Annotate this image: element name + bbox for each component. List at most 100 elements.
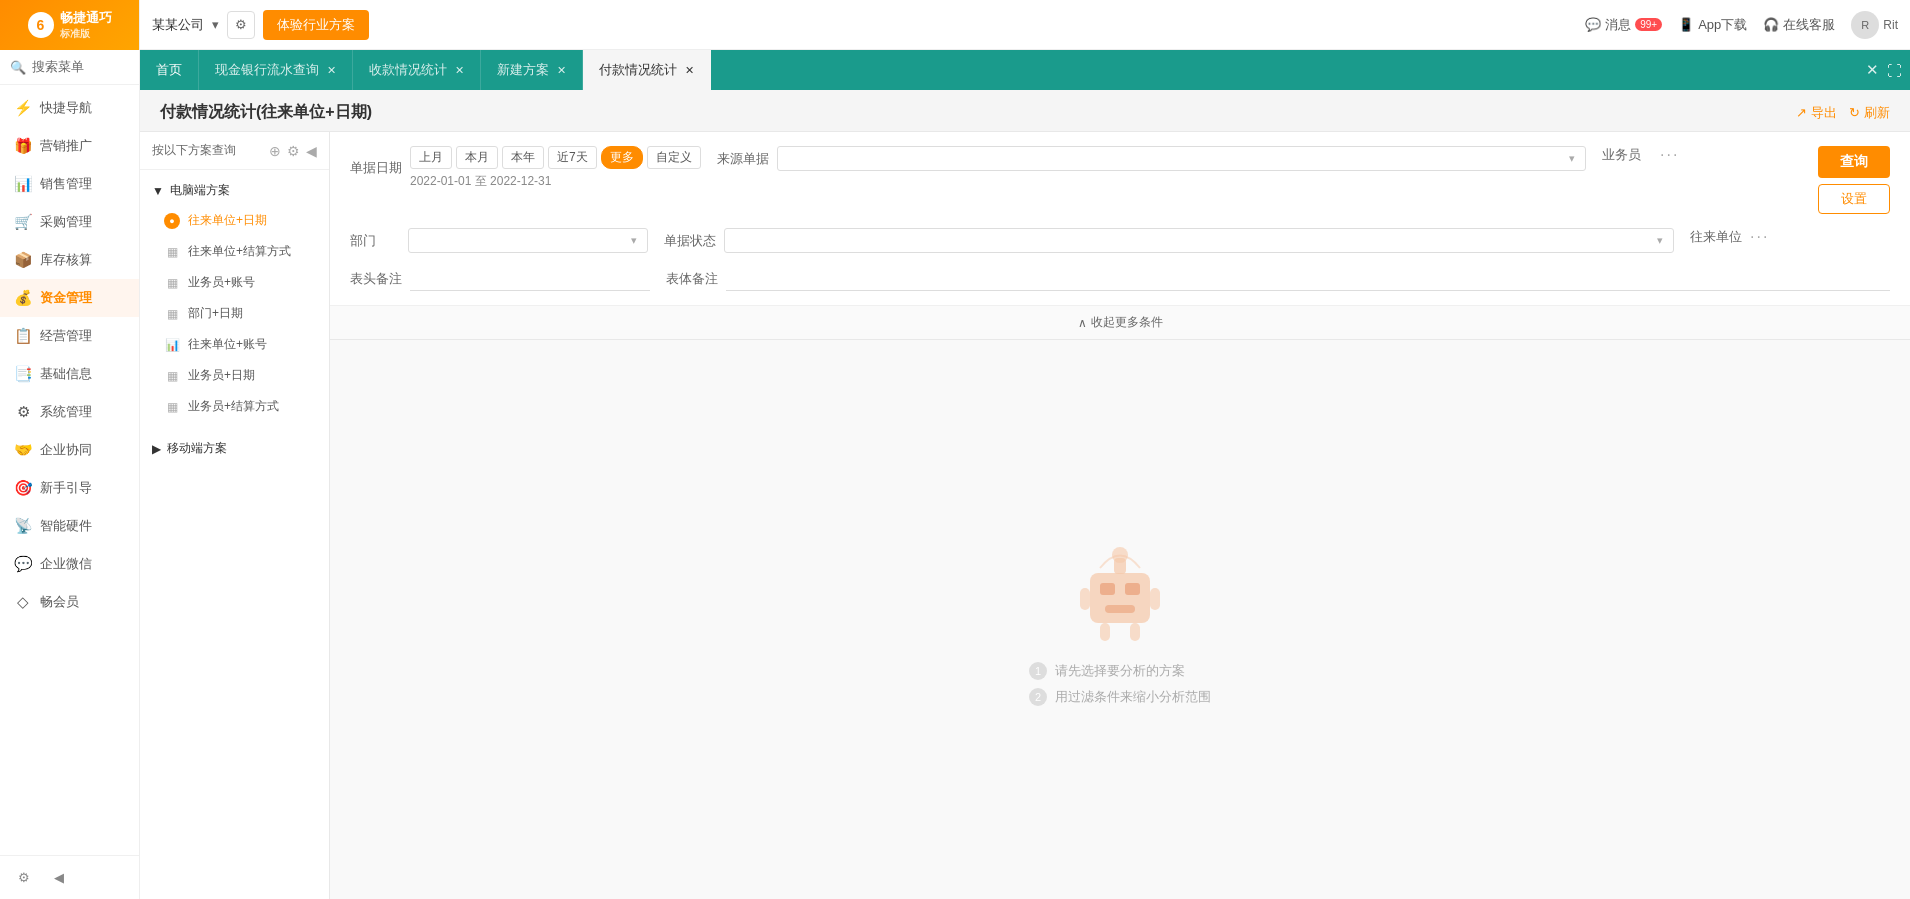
tabbar-actions: ✕ ⛶ — [1858, 50, 1910, 90]
scheme-item-5[interactable]: ▦ 业务员+日期 — [140, 360, 329, 391]
tab-receipt-stats[interactable]: 收款情况统计 ✕ — [353, 50, 481, 90]
scheme-item-2-label: 业务员+账号 — [188, 274, 255, 291]
scheme-item-3-label: 部门+日期 — [188, 305, 243, 322]
svg-rect-8 — [1100, 623, 1110, 641]
close-all-tabs-button[interactable]: ✕ — [1866, 61, 1879, 79]
filter-dept-item: 部门 ▾ — [350, 228, 648, 253]
nav7-icon: 📑 — [14, 365, 32, 383]
sidebar-item-nav13[interactable]: ◇ 畅会员 — [0, 583, 139, 621]
sidebar-item-nav4[interactable]: 📦 库存核算 — [0, 241, 139, 279]
tab-receipt-stats-close[interactable]: ✕ — [455, 64, 464, 77]
tip-2-text: 用过滤条件来缩小分析范围 — [1055, 688, 1211, 706]
source-select[interactable]: ▾ — [777, 146, 1586, 171]
online-service-button[interactable]: 🎧 在线客服 — [1763, 16, 1835, 34]
sidebar-collapse-button[interactable]: ◀ — [46, 866, 72, 889]
dept-select[interactable]: ▾ — [408, 228, 648, 253]
message-label: 消息 — [1605, 16, 1631, 34]
tab-new-scheme[interactable]: 新建方案 ✕ — [481, 50, 583, 90]
sidebar-item-nav2[interactable]: 📊 销售管理 — [0, 165, 139, 203]
nav11-icon: 📡 — [14, 517, 32, 535]
nav10-label: 新手引导 — [40, 479, 92, 497]
message-button[interactable]: 💬 消息 99+ — [1585, 16, 1662, 34]
scheme-item-2[interactable]: ▦ 业务员+账号 — [140, 267, 329, 298]
main-content: 单据日期 上月 本月 本年 近7天 更多 自定义 20 — [330, 132, 1910, 899]
sidebar-item-nav0[interactable]: ⚡ 快捷导航 — [0, 89, 139, 127]
filter-date-item: 单据日期 上月 本月 本年 近7天 更多 自定义 20 — [350, 146, 701, 190]
sidebar-item-nav7[interactable]: 📑 基础信息 — [0, 355, 139, 393]
fullscreen-button[interactable]: ⛶ — [1887, 62, 1902, 79]
tab-cash-flow[interactable]: 现金银行流水查询 ✕ — [199, 50, 353, 90]
sidebar-item-nav11[interactable]: 📡 智能硬件 — [0, 507, 139, 545]
date-btn-this-year[interactable]: 本年 — [502, 146, 544, 169]
topbar: 某某公司 ▾ ⚙ 体验行业方案 💬 消息 99+ 📱 App下载 🎧 在线客服 … — [140, 0, 1910, 50]
scheme-collapse-button[interactable]: ◀ — [306, 143, 317, 159]
sidebar-item-nav1[interactable]: 🎁 营销推广 — [0, 127, 139, 165]
refresh-button[interactable]: ↻ 刷新 — [1849, 104, 1890, 122]
sidebar-settings-button[interactable]: ⚙ — [10, 866, 38, 889]
refresh-label: 刷新 — [1864, 104, 1890, 122]
sidebar-item-nav9[interactable]: 🤝 企业协同 — [0, 431, 139, 469]
scheme-item-0[interactable]: ● 往来单位+日期 — [140, 205, 329, 236]
dept-label: 部门 — [350, 232, 400, 250]
app-download-button[interactable]: 📱 App下载 — [1678, 16, 1747, 34]
sidebar-item-nav10[interactable]: 🎯 新手引导 — [0, 469, 139, 507]
scheme-group-desktop-title[interactable]: ▼ 电脑端方案 — [140, 176, 329, 205]
scheme-group-mobile-title[interactable]: ▶ 移动端方案 — [140, 434, 329, 463]
scheme-sidebar-tools: ⊕ ⚙ ◀ — [269, 143, 317, 159]
company-dropdown-button[interactable]: ▾ — [212, 17, 219, 32]
date-btn-7days[interactable]: 近7天 — [548, 146, 597, 169]
docstatus-select[interactable]: ▾ — [724, 228, 1674, 253]
sidebar-item-nav8[interactable]: ⚙ 系统管理 — [0, 393, 139, 431]
bodynote-input[interactable] — [726, 267, 1890, 291]
query-button[interactable]: 查询 — [1818, 146, 1890, 178]
salesman-dots-button[interactable]: ··· — [1660, 146, 1679, 164]
sidebar-item-nav5[interactable]: 💰 资金管理 — [0, 279, 139, 317]
date-btn-more[interactable]: 更多 — [601, 146, 643, 169]
collapse-bar[interactable]: ∧ 收起更多条件 — [330, 305, 1910, 339]
sidebar-item-nav12[interactable]: 💬 企业微信 — [0, 545, 139, 583]
sidebar-item-nav3[interactable]: 🛒 采购管理 — [0, 203, 139, 241]
scheme-item-3[interactable]: ▦ 部门+日期 — [140, 298, 329, 329]
tip-num-2: 2 — [1029, 688, 1047, 706]
date-btn-last-month[interactable]: 上月 — [410, 146, 452, 169]
sidebar-search[interactable]: 🔍 搜索菜单 — [0, 50, 139, 85]
scheme-item-4[interactable]: 📊 往来单位+账号 — [140, 329, 329, 360]
trial-button[interactable]: 体验行业方案 — [263, 10, 369, 40]
empty-icon — [1070, 533, 1170, 646]
filter-headernote-item: 表头备注 — [350, 267, 650, 291]
nav3-icon: 🛒 — [14, 213, 32, 231]
tab-payment-stats[interactable]: 付款情况统计 ✕ — [583, 50, 711, 90]
scheme-item-6[interactable]: ▦ 业务员+结算方式 — [140, 391, 329, 422]
export-button[interactable]: ↗ 导出 — [1796, 104, 1837, 122]
page-header: 付款情况统计(往来单位+日期) ↗ 导出 ↻ 刷新 — [140, 90, 1910, 132]
tab-receipt-stats-label: 收款情况统计 — [369, 61, 447, 79]
tab-cash-flow-close[interactable]: ✕ — [327, 64, 336, 77]
nav4-label: 库存核算 — [40, 251, 92, 269]
scheme-item-6-icon: ▦ — [164, 399, 180, 415]
tab-cash-flow-label: 现金银行流水查询 — [215, 61, 319, 79]
scheme-add-button[interactable]: ⊕ — [269, 143, 281, 159]
user-menu[interactable]: R Rit — [1851, 11, 1898, 39]
nav11-label: 智能硬件 — [40, 517, 92, 535]
source-label: 来源单据 — [717, 150, 769, 168]
app-download-label: App下载 — [1698, 16, 1747, 34]
page-title: 付款情况统计(往来单位+日期) — [160, 102, 372, 123]
sidebar-item-nav6[interactable]: 📋 经营管理 — [0, 317, 139, 355]
headernote-input[interactable] — [410, 267, 650, 291]
content-wrapper: 按以下方案查询 ⊕ ⚙ ◀ ▼ 电脑端方案 ● 往来单位+日期 ▦ — [140, 132, 1910, 899]
tab-payment-stats-close[interactable]: ✕ — [685, 64, 694, 77]
gear-button[interactable]: ⚙ — [227, 11, 255, 39]
nav12-label: 企业微信 — [40, 555, 92, 573]
filter-relatedunit-item: 往来单位 ··· — [1690, 228, 1890, 246]
date-btn-this-month[interactable]: 本月 — [456, 146, 498, 169]
date-btn-custom[interactable]: 自定义 — [647, 146, 701, 169]
relatedunit-dots-button[interactable]: ··· — [1750, 228, 1769, 246]
filter-settings-button[interactable]: 设置 — [1818, 184, 1890, 214]
scheme-settings-button[interactable]: ⚙ — [287, 143, 300, 159]
tab-home[interactable]: 首页 — [140, 50, 199, 90]
scheme-item-5-icon: ▦ — [164, 368, 180, 384]
scheme-item-1[interactable]: ▦ 往来单位+结算方式 — [140, 236, 329, 267]
nav12-icon: 💬 — [14, 555, 32, 573]
nav13-icon: ◇ — [14, 593, 32, 611]
tab-new-scheme-close[interactable]: ✕ — [557, 64, 566, 77]
